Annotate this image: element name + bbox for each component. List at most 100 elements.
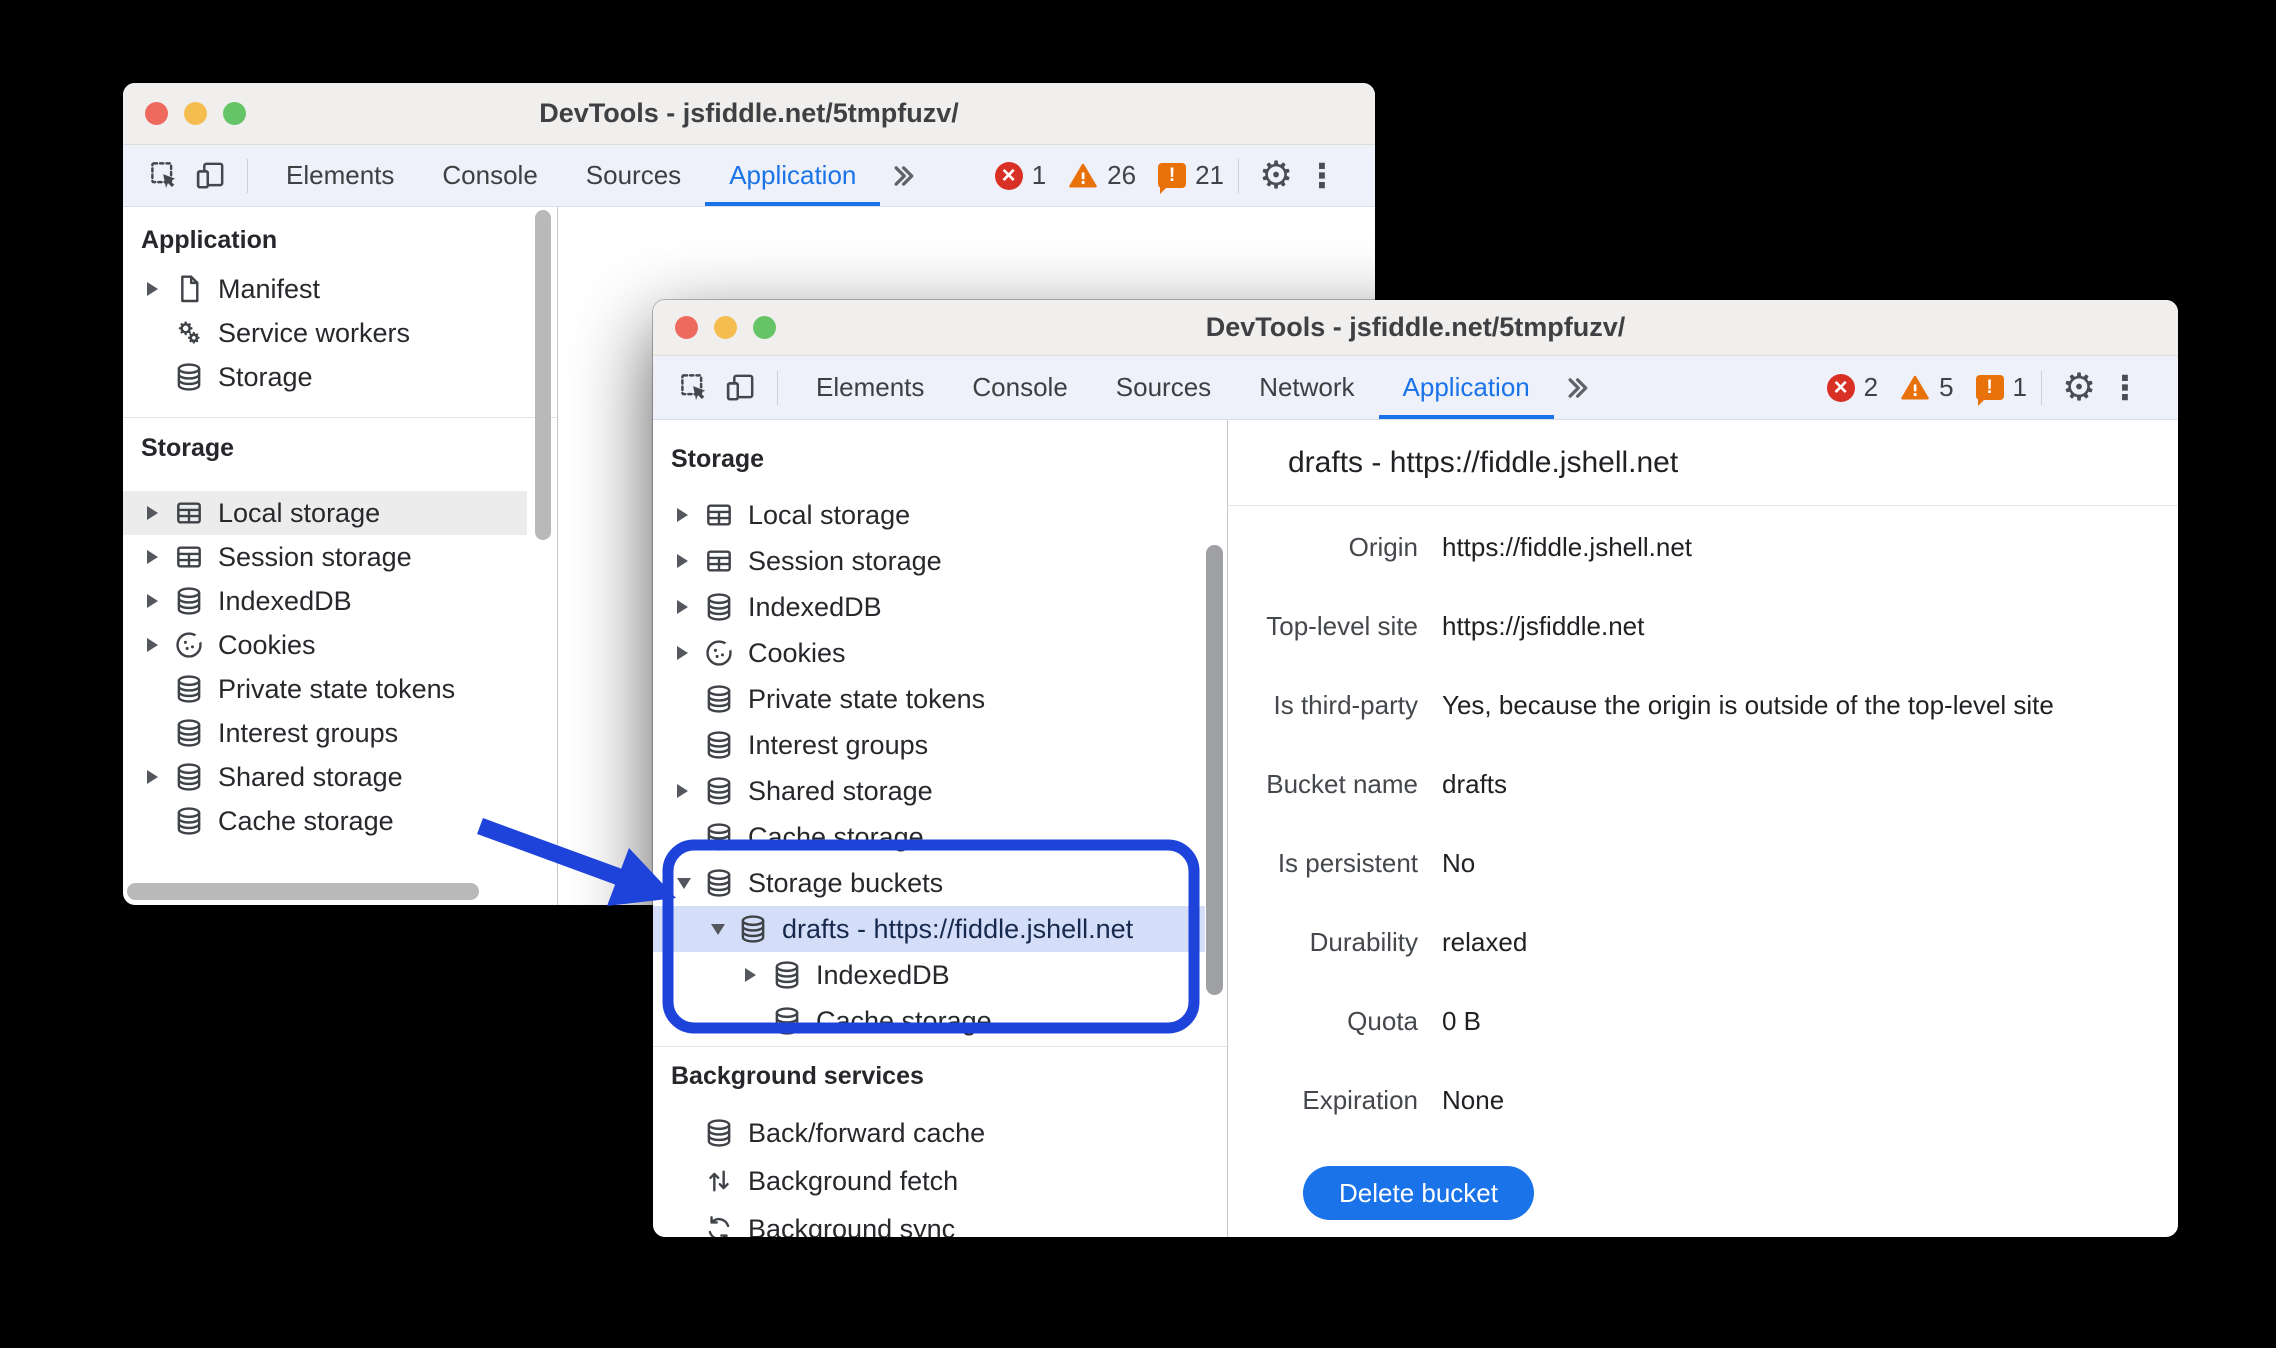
- tree-item-label: Private state tokens: [218, 673, 456, 704]
- settings-gear-icon[interactable]: ⚙: [1253, 153, 1299, 199]
- tree-item-storage-buckets[interactable]: Storage buckets: [653, 860, 1205, 906]
- tree-item-private-state-tokens[interactable]: Private state tokens: [123, 667, 527, 711]
- device-toolbar-icon[interactable]: [717, 365, 763, 411]
- issues-badge[interactable]: ! 1: [1975, 372, 2027, 406]
- toolbar-divider: [1238, 158, 1239, 193]
- report-row-durability: Durability relaxed: [1228, 903, 2178, 982]
- report-key: Expiration: [1302, 1085, 1418, 1115]
- tree-item-cache-storage[interactable]: Cache storage: [653, 998, 1205, 1044]
- chevron-right-icon[interactable]: [147, 594, 173, 608]
- table-icon: [173, 541, 205, 573]
- chevron-right-icon[interactable]: [147, 638, 173, 652]
- maximize-button[interactable]: [753, 316, 776, 339]
- tree-item-indexeddb[interactable]: IndexedDB: [123, 579, 527, 623]
- tree-item-cookies[interactable]: Cookies: [123, 623, 527, 667]
- tree-item-label: Cookies: [748, 637, 846, 668]
- chevron-right-icon[interactable]: [677, 508, 703, 522]
- tree-item-session-storage[interactable]: Session storage: [653, 538, 1205, 584]
- tree-item-background-fetch[interactable]: Background fetch: [653, 1157, 1205, 1205]
- chevron-down-icon[interactable]: [677, 878, 703, 889]
- tab-console[interactable]: Console: [418, 145, 561, 206]
- tab-elements[interactable]: Elements: [792, 356, 948, 419]
- maximize-button[interactable]: [223, 102, 246, 125]
- close-button[interactable]: [675, 316, 698, 339]
- delete-bucket-button[interactable]: Delete bucket: [1303, 1166, 1534, 1220]
- chevron-right-icon[interactable]: [147, 770, 173, 784]
- tree-item-shared-storage[interactable]: Shared storage: [653, 768, 1205, 814]
- report-value: drafts: [1442, 769, 1508, 799]
- tree-item-private-state-tokens[interactable]: Private state tokens: [653, 676, 1205, 722]
- tab-application[interactable]: Application: [705, 145, 880, 206]
- tree-item-shared-storage[interactable]: Shared storage: [123, 755, 527, 799]
- chevron-right-icon[interactable]: [677, 784, 703, 798]
- chevron-right-icon[interactable]: [677, 554, 703, 568]
- tree-item-local-storage[interactable]: Local storage: [653, 492, 1205, 538]
- tab-sources[interactable]: Sources: [1092, 356, 1235, 419]
- chevron-right-icon[interactable]: [147, 282, 173, 296]
- tree-item-interest-groups[interactable]: Interest groups: [123, 711, 527, 755]
- report-value: None: [1442, 1085, 1505, 1115]
- minimize-button[interactable]: [714, 316, 737, 339]
- tree-item-interest-groups[interactable]: Interest groups: [653, 722, 1205, 768]
- report-row-bucket-name: Bucket name drafts: [1228, 745, 2178, 824]
- error-icon: ×: [994, 161, 1023, 190]
- chevron-down-icon[interactable]: [711, 924, 737, 935]
- tree-item-drafts-https-fiddle-jshell-net[interactable]: drafts - https://fiddle.jshell.net: [653, 906, 1205, 952]
- tab-elements[interactable]: Elements: [262, 145, 418, 206]
- chevron-right-icon[interactable]: [147, 506, 173, 520]
- kebab-menu-icon[interactable]: ⋮: [1299, 153, 1345, 199]
- tree-item-cookies[interactable]: Cookies: [653, 630, 1205, 676]
- tree-item-background-sync[interactable]: Background sync: [653, 1205, 1205, 1237]
- tab-console[interactable]: Console: [948, 356, 1091, 419]
- warnings-badge[interactable]: 5: [1900, 372, 1954, 403]
- titlebar[interactable]: DevTools - jsfiddle.net/5tmpfuzv/: [653, 300, 2178, 356]
- chevron-right-icon[interactable]: [677, 646, 703, 660]
- more-tabs-icon[interactable]: [1554, 365, 1600, 411]
- database-icon: [173, 717, 205, 749]
- panel-body: Storage Local storage Session storage Index…: [653, 420, 2178, 1237]
- inspect-element-icon[interactable]: [671, 365, 717, 411]
- tree-item-storage[interactable]: Storage: [123, 355, 527, 399]
- bucket-details-panel: drafts - https://fiddle.jshell.net Origi…: [1228, 420, 2178, 1237]
- settings-gear-icon[interactable]: ⚙: [2056, 365, 2102, 411]
- chevron-right-icon[interactable]: [677, 600, 703, 614]
- minimize-button[interactable]: [184, 102, 207, 125]
- tree-item-local-storage[interactable]: Local storage: [123, 491, 527, 535]
- desktop: DevTools - jsfiddle.net/5tmpfuzv/ Elemen…: [0, 0, 2276, 1348]
- horizontal-scrollbar-thumb[interactable]: [127, 883, 479, 900]
- tree-item-cache-storage[interactable]: Cache storage: [653, 814, 1205, 860]
- inspect-element-icon[interactable]: [141, 153, 187, 199]
- tree-item-label: Shared storage: [748, 775, 933, 806]
- issues-badge[interactable]: ! 21: [1158, 160, 1224, 194]
- device-toolbar-icon[interactable]: [187, 153, 233, 199]
- tree-item-manifest[interactable]: Manifest: [123, 267, 527, 311]
- more-tabs-icon[interactable]: [880, 153, 926, 199]
- tree-item-back-forward-cache[interactable]: Back/forward cache: [653, 1109, 1205, 1157]
- tree-item-indexeddb[interactable]: IndexedDB: [653, 584, 1205, 630]
- gears-icon: [173, 317, 205, 349]
- errors-badge[interactable]: × 2: [1826, 372, 1878, 403]
- tab-application[interactable]: Application: [1379, 356, 1554, 419]
- tree-item-service-workers[interactable]: Service workers: [123, 311, 527, 355]
- tree-item-label: Back/forward cache: [748, 1117, 986, 1148]
- tree-item-indexeddb[interactable]: IndexedDB: [653, 952, 1205, 998]
- vertical-scrollbar-thumb[interactable]: [535, 210, 551, 540]
- tree-item-label: Interest groups: [218, 717, 399, 748]
- titlebar[interactable]: DevTools - jsfiddle.net/5tmpfuzv/: [123, 83, 1375, 145]
- close-button[interactable]: [145, 102, 168, 125]
- kebab-menu-icon[interactable]: ⋮: [2102, 365, 2148, 411]
- warning-icon: [1900, 373, 1930, 403]
- bucket-report: Origin https://fiddle.jshell.net Top-level…: [1228, 506, 2178, 1140]
- database-icon: [703, 683, 735, 715]
- tree-item-cache-storage[interactable]: Cache storage: [123, 799, 527, 843]
- tree-item-session-storage[interactable]: Session storage: [123, 535, 527, 579]
- chevron-right-icon[interactable]: [147, 550, 173, 564]
- chevron-right-icon[interactable]: [745, 968, 771, 982]
- tab-sources[interactable]: Sources: [562, 145, 705, 206]
- database-icon: [703, 867, 735, 899]
- tab-network[interactable]: Network: [1235, 356, 1378, 419]
- traffic-lights: [675, 316, 776, 339]
- errors-badge[interactable]: × 1: [994, 160, 1046, 191]
- warnings-badge[interactable]: 26: [1068, 160, 1136, 191]
- vertical-scrollbar-thumb[interactable]: [1206, 545, 1223, 995]
